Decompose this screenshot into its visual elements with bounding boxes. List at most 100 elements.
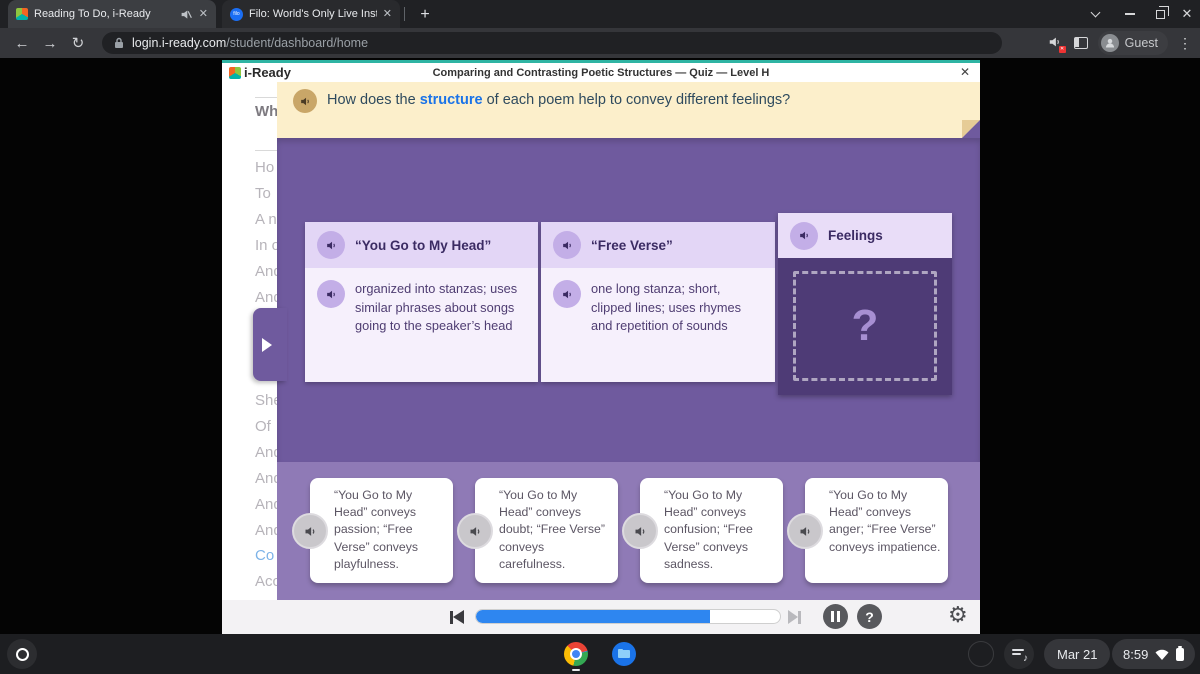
background-text-fragment: And — [255, 263, 277, 280]
settings-gear-icon[interactable]: ⚙ — [948, 602, 968, 628]
background-text-fragment: Acc — [255, 573, 277, 590]
tab-close-icon[interactable]: ✕ — [383, 8, 392, 20]
status-tray[interactable]: 8:59 — [1112, 639, 1196, 669]
quiz-stage: “You Go to My Head” organized into stanz… — [253, 138, 980, 462]
background-link-fragment: Co — [255, 547, 275, 564]
tab-title: Reading To Do, i-Ready — [34, 8, 151, 20]
player-control-bar: ? ⚙ — [222, 600, 980, 634]
speaker-icon[interactable] — [292, 513, 328, 549]
background-text-fragment: And — [255, 289, 277, 306]
chrome-app-icon[interactable] — [564, 642, 588, 666]
background-text-fragment: Ho — [255, 159, 275, 176]
answer-drop-zone[interactable]: ? — [793, 271, 937, 381]
poem-card-text: organized into stanzas; uses similar phr… — [355, 281, 518, 334]
poem-card-title: “You Go to My Head” — [355, 237, 492, 253]
window-close-button[interactable]: ✕ — [1172, 0, 1200, 28]
url-host: login.i-ready.com — [132, 36, 227, 50]
poem-card-header: “Free Verse” — [541, 222, 775, 268]
tab-search-chevron-icon[interactable] — [1080, 0, 1110, 28]
toolbar-right-cluster: ✕ Guest ⋮ — [1048, 28, 1192, 58]
background-text-fragment: And — [255, 496, 277, 513]
reload-button[interactable]: ↻ — [64, 34, 92, 52]
speaker-icon[interactable] — [787, 513, 823, 549]
poem-card-header: “You Go to My Head” — [305, 222, 538, 268]
background-text-fragment: Of — [255, 418, 271, 435]
window-minimize-button[interactable] — [1115, 0, 1145, 28]
skip-forward-button[interactable] — [788, 610, 801, 624]
address-bar[interactable]: login.i-ready.com/student/dashboard/home — [102, 32, 1002, 54]
date-button[interactable]: Mar 21 — [1044, 639, 1111, 669]
answer-option-3[interactable]: “You Go to My Head” conveys confusion; “… — [622, 478, 783, 583]
quiz-close-icon[interactable]: ✕ — [960, 65, 970, 79]
answer-option-text: “You Go to My Head” conveys doubt; “Free… — [499, 488, 605, 571]
background-text-fragment: And — [255, 522, 277, 539]
wifi-icon — [1155, 649, 1169, 660]
feelings-card-title: Feelings — [828, 228, 883, 243]
playlist-icon: ♪ — [1012, 648, 1028, 664]
feelings-card-header: Feelings — [778, 213, 952, 258]
poem-card-body: organized into stanzas; uses similar phr… — [305, 268, 538, 336]
speaker-icon[interactable] — [317, 231, 345, 259]
media-muted-icon[interactable]: ✕ — [1048, 35, 1066, 53]
tab-muted-speaker-icon[interactable] — [180, 8, 193, 21]
speaker-icon[interactable] — [553, 231, 581, 259]
browser-tab-strip: Reading To Do, i-Ready ✕ filo Filo: Worl… — [0, 0, 1200, 28]
tab-filo[interactable]: filo Filo: World's Only Live Instant Tu … — [222, 0, 400, 28]
avatar-icon — [1100, 34, 1119, 52]
speaker-icon[interactable] — [790, 221, 818, 250]
question-post: of each poem help to convey different fe… — [482, 92, 791, 108]
background-text-fragment: A n — [255, 211, 277, 228]
launcher-button[interactable] — [7, 639, 37, 669]
background-text-fragment: She — [255, 392, 277, 409]
clock-label: 8:59 — [1123, 646, 1149, 662]
files-app-icon[interactable] — [612, 642, 636, 666]
browser-toolbar: ← → ↻ login.i-ready.com/student/dashboar… — [0, 28, 1200, 58]
poem-card-body: one long stanza; short, clipped lines; u… — [541, 268, 775, 336]
progress-fill — [476, 610, 711, 623]
battery-icon — [1176, 645, 1185, 661]
answer-option-text: “You Go to My Head” conveys anger; “Free… — [829, 488, 941, 554]
filo-favicon-icon: filo — [230, 7, 243, 21]
launcher-ring-icon — [15, 647, 29, 661]
page-background: i-Ready Comparing and Contrasting Poetic… — [0, 58, 1200, 634]
tab-close-icon[interactable]: ✕ — [199, 8, 208, 20]
background-text-fragment: And — [255, 444, 277, 461]
media-controls-button[interactable]: ♪ — [1004, 639, 1034, 669]
status-ring-icon[interactable] — [968, 641, 994, 667]
speaker-icon[interactable] — [553, 280, 581, 308]
back-button[interactable]: ← — [8, 35, 36, 52]
chromeos-screen: Reading To Do, i-Ready ✕ filo Filo: Worl… — [0, 0, 1200, 674]
answer-option-text: “You Go to My Head” conveys passion; “Fr… — [334, 488, 419, 571]
forward-button[interactable]: → — [36, 35, 64, 52]
poem-card: “You Go to My Head” organized into stanz… — [305, 222, 538, 382]
answer-option-4[interactable]: “You Go to My Head” conveys anger; “Free… — [787, 478, 948, 583]
lesson-progress-bar — [475, 609, 781, 624]
background-text-fragment: To — [255, 185, 271, 202]
url-path: /student/dashboard/home — [226, 36, 369, 50]
lock-icon — [115, 37, 123, 48]
quiz-window-header: i-Ready Comparing and Contrasting Poetic… — [222, 63, 980, 83]
side-panel-icon[interactable] — [1073, 37, 1088, 49]
expand-arrow-icon — [262, 337, 272, 352]
speaker-icon[interactable] — [457, 513, 493, 549]
tab-ireday-reading[interactable]: Reading To Do, i-Ready ✕ — [8, 0, 216, 28]
poem-card: “Free Verse” one long stanza; short, cli… — [541, 222, 775, 382]
window-restore-button[interactable] — [1145, 0, 1175, 28]
iready-favicon-icon — [16, 8, 28, 20]
question-highlight: structure — [419, 92, 483, 108]
answer-option-2[interactable]: “You Go to My Head” conveys doubt; “Free… — [457, 478, 618, 583]
background-text-fragment: And — [255, 470, 277, 487]
pause-button[interactable] — [823, 604, 848, 629]
poem-card-title: “Free Verse” — [591, 237, 673, 253]
question-speaker-icon[interactable] — [293, 89, 317, 113]
answer-option-1[interactable]: “You Go to My Head” conveys passion; “Fr… — [292, 478, 453, 583]
speaker-icon[interactable] — [317, 280, 345, 308]
new-tab-button[interactable]: + — [414, 4, 436, 26]
speaker-icon[interactable] — [622, 513, 658, 549]
skip-back-button[interactable] — [450, 610, 464, 624]
question-pre: How does the — [327, 92, 420, 108]
browser-menu-icon[interactable]: ⋮ — [1178, 35, 1192, 52]
profile-button[interactable]: Guest — [1097, 31, 1168, 55]
passage-flyout-tab[interactable] — [253, 308, 287, 381]
help-button[interactable]: ? — [857, 604, 882, 629]
